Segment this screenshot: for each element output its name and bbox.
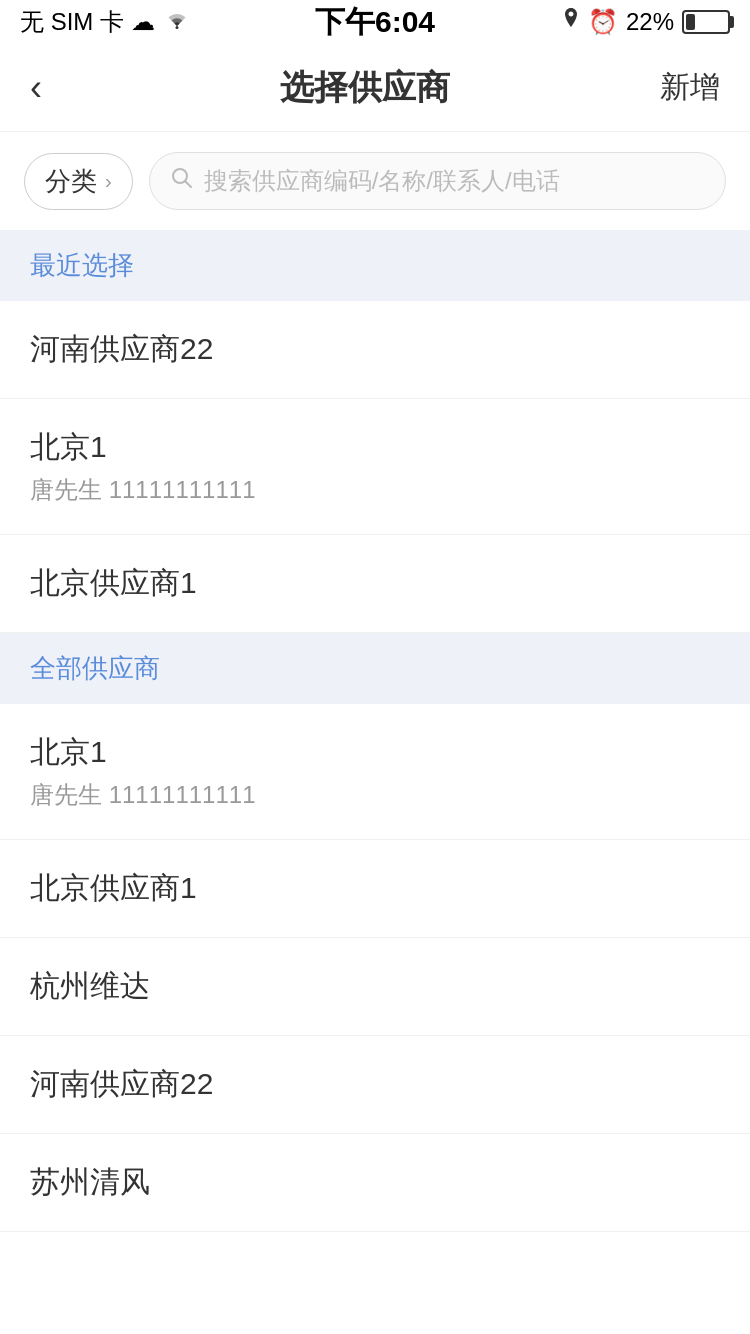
alarm-icon: ⏰ <box>588 8 618 36</box>
list-item[interactable]: 北京供应商1 <box>0 535 750 633</box>
item-name: 河南供应商22 <box>30 329 720 370</box>
search-placeholder: 搜索供应商编码/名称/联系人/电话 <box>204 165 560 197</box>
status-right: ⏰ 22% <box>562 8 730 36</box>
list-item[interactable]: 杭州维达 <box>0 938 750 1036</box>
battery-icon <box>682 10 730 34</box>
list-item[interactable]: 北京1 唐先生 11111111111 <box>0 704 750 840</box>
page-title: 选择供应商 <box>280 65 450 111</box>
chevron-right-icon: › <box>105 170 112 193</box>
search-box[interactable]: 搜索供应商编码/名称/联系人/电话 <box>149 152 726 210</box>
status-time: 下午6:04 <box>315 2 435 43</box>
location-icon <box>562 8 580 36</box>
item-sub: 唐先生 11111111111 <box>30 474 720 506</box>
category-button[interactable]: 分类 › <box>24 153 133 210</box>
item-name: 苏州清风 <box>30 1162 720 1203</box>
item-name: 北京供应商1 <box>30 563 720 604</box>
svg-point-0 <box>175 26 178 29</box>
all-section-header: 全部供应商 <box>0 633 750 704</box>
category-label: 分类 <box>45 164 97 199</box>
list-item[interactable]: 河南供应商22 <box>0 1036 750 1134</box>
wifi-icon <box>163 8 191 36</box>
back-button[interactable]: ‹ <box>30 67 90 109</box>
nav-bar: ‹ 选择供应商 新增 <box>0 44 750 132</box>
list-item[interactable]: 河南供应商22 <box>0 301 750 399</box>
status-bar: 无 SIM 卡 ☁ 下午6:04 ⏰ 22% <box>0 0 750 44</box>
add-button[interactable]: 新增 <box>640 67 720 108</box>
battery-text: 22% <box>626 8 674 36</box>
list-item[interactable]: 北京1 唐先生 11111111111 <box>0 399 750 535</box>
item-name: 河南供应商22 <box>30 1064 720 1105</box>
sim-status: 无 SIM 卡 ☁ <box>20 6 155 38</box>
search-icon <box>170 166 194 196</box>
item-name: 北京1 <box>30 732 720 773</box>
item-name: 北京1 <box>30 427 720 468</box>
filter-bar: 分类 › 搜索供应商编码/名称/联系人/电话 <box>0 132 750 230</box>
all-list: 北京1 唐先生 11111111111 北京供应商1 杭州维达 河南供应商22 … <box>0 704 750 1232</box>
recent-list: 河南供应商22 北京1 唐先生 11111111111 北京供应商1 <box>0 301 750 633</box>
svg-line-2 <box>185 182 191 188</box>
item-name: 北京供应商1 <box>30 868 720 909</box>
recent-section-header: 最近选择 <box>0 230 750 301</box>
list-item[interactable]: 北京供应商1 <box>0 840 750 938</box>
list-item[interactable]: 苏州清风 <box>0 1134 750 1232</box>
item-sub: 唐先生 11111111111 <box>30 779 720 811</box>
item-name: 杭州维达 <box>30 966 720 1007</box>
status-left: 无 SIM 卡 ☁ <box>20 6 191 38</box>
